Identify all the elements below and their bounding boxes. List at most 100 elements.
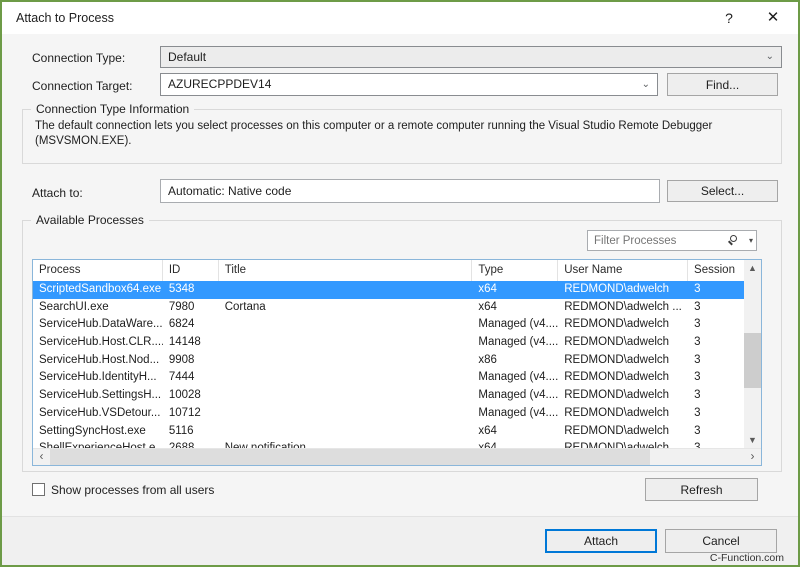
attach-to-field[interactable]: Automatic: Native code bbox=[160, 179, 660, 203]
process-row[interactable]: ScriptedSandbox64.exe5348 x64REDMOND\adwe… bbox=[33, 281, 745, 299]
scroll-right-icon[interactable]: › bbox=[744, 449, 761, 465]
process-row[interactable]: ServiceHub.DataWare...6824Managed (v4...… bbox=[33, 316, 745, 334]
cell-session: 3 bbox=[688, 352, 745, 370]
cell-user: REDMOND\adwelch bbox=[558, 387, 688, 405]
refresh-button[interactable]: Refresh bbox=[645, 478, 758, 501]
cell-session: 3 bbox=[688, 405, 745, 423]
connection-info-title: Connection Type Information bbox=[31, 102, 194, 116]
cell-session: 3 bbox=[688, 387, 745, 405]
process-row[interactable]: ServiceHub.SettingsH...10028Managed (v4.… bbox=[33, 387, 745, 405]
scroll-down-icon[interactable]: ▼ bbox=[744, 432, 761, 449]
cell-title bbox=[219, 281, 473, 299]
horizontal-scrollbar[interactable]: ‹ › bbox=[33, 448, 761, 465]
cell-user: REDMOND\adwelch bbox=[558, 369, 688, 387]
cell-user: REDMOND\adwelch bbox=[558, 316, 688, 334]
scroll-up-icon[interactable]: ▲ bbox=[744, 260, 761, 277]
cell-title bbox=[219, 316, 473, 334]
column-header-username[interactable]: User Name bbox=[558, 260, 688, 281]
scroll-left-icon[interactable]: ‹ bbox=[33, 449, 50, 465]
cell-title bbox=[219, 405, 473, 423]
cell-id: 5116 bbox=[163, 423, 219, 441]
cell-process: SettingSyncHost.exe bbox=[33, 423, 163, 441]
cell-type: Managed (v4.... bbox=[472, 369, 558, 387]
chevron-down-icon[interactable]: ▾ bbox=[749, 234, 753, 247]
chevron-down-icon: ⌄ bbox=[642, 74, 650, 95]
cell-id: 6824 bbox=[163, 316, 219, 334]
cell-id: 10712 bbox=[163, 405, 219, 423]
process-row[interactable]: ServiceHub.Host.Nod...9908x86REDMOND\adw… bbox=[33, 352, 745, 370]
process-row[interactable]: ServiceHub.Host.CLR....14148 Managed (v4.… bbox=[33, 334, 745, 352]
column-header-process[interactable]: Process bbox=[33, 260, 163, 281]
vertical-scrollbar[interactable]: ▲ ▼ bbox=[744, 260, 761, 449]
close-icon[interactable]: ✕ bbox=[758, 7, 788, 29]
cell-title bbox=[219, 369, 473, 387]
cell-title bbox=[219, 334, 473, 352]
cell-id: 7980 bbox=[163, 299, 219, 317]
cell-user: REDMOND\adwelch bbox=[558, 405, 688, 423]
cell-process: ServiceHub.Host.Nod... bbox=[33, 352, 163, 370]
process-row[interactable]: SearchUI.exe7980Cortanax64REDMOND\adwelc… bbox=[33, 299, 745, 317]
cell-type: x64 bbox=[472, 281, 558, 299]
connection-type-value: Default bbox=[168, 50, 206, 64]
cell-type: x64 bbox=[472, 423, 558, 441]
cell-user: REDMOND\adwelch bbox=[558, 352, 688, 370]
cell-process: ServiceHub.SettingsH... bbox=[33, 387, 163, 405]
cell-type: x64 bbox=[472, 299, 558, 317]
filter-processes-input[interactable] bbox=[594, 232, 722, 249]
column-header-session[interactable]: Session bbox=[688, 260, 745, 281]
cell-user: REDMOND\adwelch bbox=[558, 334, 688, 352]
attach-to-process-dialog: Attach to Process ? ✕ Connection Type: D… bbox=[0, 0, 800, 567]
select-button[interactable]: Select... bbox=[667, 180, 778, 202]
process-row[interactable]: ServiceHub.IdentityH...7444Managed (v4..… bbox=[33, 369, 745, 387]
cell-id: 10028 bbox=[163, 387, 219, 405]
cell-type: x86 bbox=[472, 352, 558, 370]
cell-id: 14148 bbox=[163, 334, 219, 352]
find-button[interactable]: Find... bbox=[667, 73, 778, 96]
filter-processes-box: ▾ bbox=[587, 230, 757, 251]
cell-title bbox=[219, 387, 473, 405]
connection-target-label: Connection Target: bbox=[32, 79, 133, 93]
process-table-header: Process ID Title Type User Name Session bbox=[33, 260, 745, 281]
connection-info-group: Connection Type Information The default … bbox=[22, 109, 782, 164]
cell-session: 3 bbox=[688, 281, 745, 299]
cell-session: 3 bbox=[688, 369, 745, 387]
vertical-scrollbar-thumb[interactable] bbox=[744, 333, 761, 388]
cell-type: Managed (v4.... bbox=[472, 316, 558, 334]
attach-button[interactable]: Attach bbox=[545, 529, 657, 553]
connection-info-line2: (MSVSMON.EXE). bbox=[35, 134, 712, 149]
process-table-body: ScriptedSandbox64.exe5348x64REDMOND\adwe… bbox=[33, 281, 745, 449]
process-row[interactable]: ServiceHub.VSDetour...10712Managed (v4..… bbox=[33, 405, 745, 423]
help-icon[interactable]: ? bbox=[714, 7, 744, 29]
cancel-button[interactable]: Cancel bbox=[665, 529, 777, 553]
available-processes-title: Available Processes bbox=[31, 213, 149, 227]
horizontal-scrollbar-thumb[interactable] bbox=[50, 449, 650, 465]
cell-title bbox=[219, 352, 473, 370]
process-row[interactable]: SettingSyncHost.exe5116 x64REDMOND\adwelc… bbox=[33, 423, 745, 441]
column-header-title[interactable]: Title bbox=[219, 260, 473, 281]
cell-type: Managed (v4.... bbox=[472, 334, 558, 352]
search-icon[interactable] bbox=[728, 235, 739, 246]
cell-id: 7444 bbox=[163, 369, 219, 387]
watermark: C-Function.com bbox=[710, 552, 784, 564]
chevron-down-icon: ⌄ bbox=[766, 47, 774, 67]
column-header-id[interactable]: ID bbox=[163, 260, 219, 281]
connection-target-combobox[interactable]: AZURECPPDEV14 ⌄ bbox=[160, 73, 658, 96]
cell-process: ServiceHub.VSDetour... bbox=[33, 405, 163, 423]
connection-type-dropdown[interactable]: Default ⌄ bbox=[160, 46, 782, 68]
title-bar: Attach to Process ? ✕ bbox=[2, 2, 798, 34]
show-all-users-checkbox[interactable] bbox=[32, 483, 45, 496]
show-all-users-label: Show processes from all users bbox=[51, 483, 214, 497]
cell-process: ServiceHub.Host.CLR.... bbox=[33, 334, 163, 352]
attach-to-label: Attach to: bbox=[32, 186, 83, 200]
window-title: Attach to Process bbox=[16, 11, 114, 25]
cell-user: REDMOND\adwelch bbox=[558, 423, 688, 441]
connection-info-text: The default connection lets you select p… bbox=[35, 119, 712, 149]
column-header-type[interactable]: Type bbox=[472, 260, 558, 281]
cell-user: REDMOND\adwelch bbox=[558, 281, 688, 299]
connection-info-line1: The default connection lets you select p… bbox=[35, 119, 712, 134]
cell-process: ScriptedSandbox64.exe bbox=[33, 281, 163, 299]
cell-title bbox=[219, 423, 473, 441]
cell-id: 5348 bbox=[163, 281, 219, 299]
cell-session: 3 bbox=[688, 334, 745, 352]
connection-target-value: AZURECPPDEV14 bbox=[168, 77, 271, 91]
